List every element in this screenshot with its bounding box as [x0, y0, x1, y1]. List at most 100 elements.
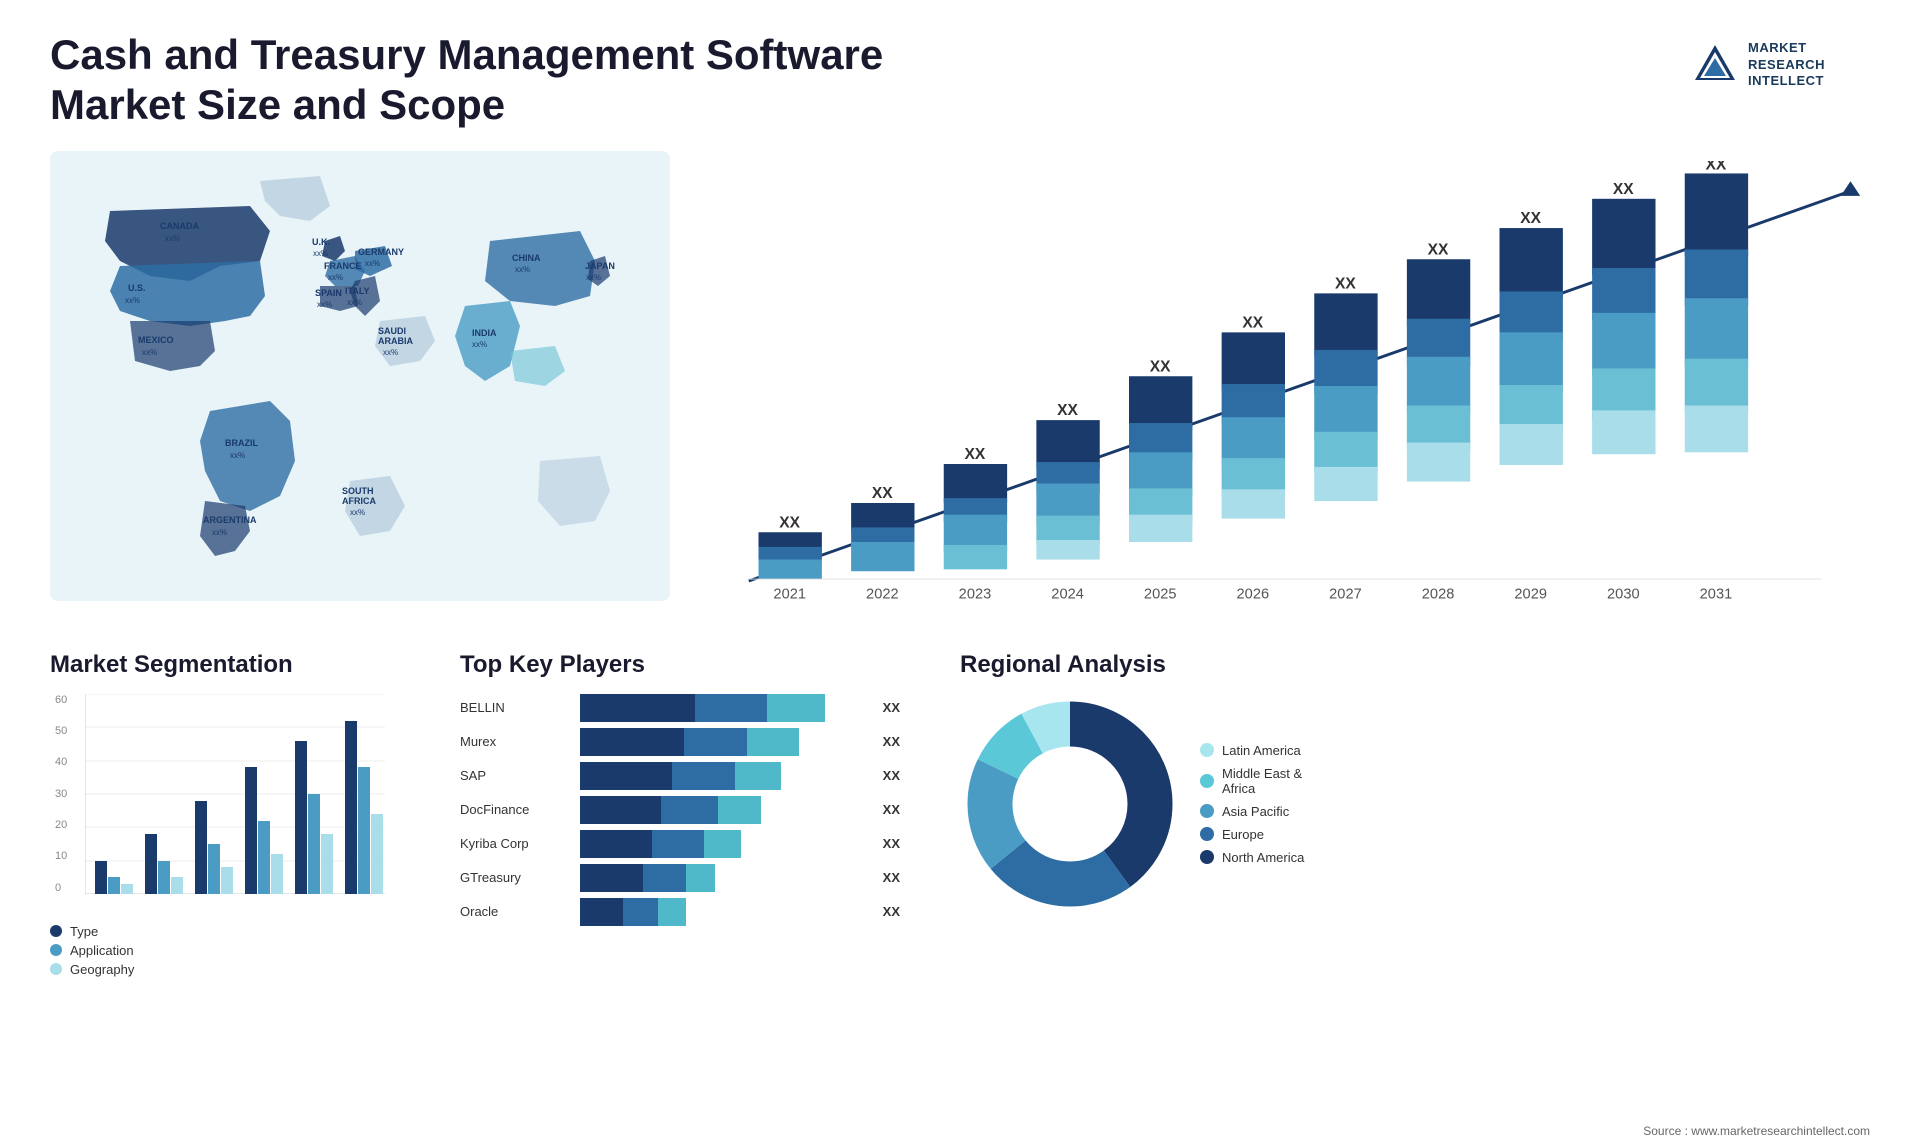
- svg-text:2030: 2030: [1607, 586, 1640, 602]
- bar-chart-section: XX 2021 XX 2022 XX 2023: [700, 151, 1870, 631]
- svg-text:xx%: xx%: [383, 348, 398, 357]
- india-label: INDIA: [472, 328, 497, 338]
- asia-pacific-dot: [1200, 804, 1214, 818]
- svg-text:2029: 2029: [1514, 586, 1547, 602]
- us-label: U.S.: [128, 283, 146, 293]
- svg-text:XX: XX: [965, 446, 986, 463]
- player-row-bellin: BELLIN XX: [460, 694, 900, 722]
- player-name-kyriba: Kyriba Corp: [460, 836, 570, 851]
- player-name-murex: Murex: [460, 734, 570, 749]
- player-value-murex: XX: [883, 734, 900, 749]
- player-row-kyriba: Kyriba Corp XX: [460, 830, 900, 858]
- svg-text:2026: 2026: [1237, 586, 1270, 602]
- france-label: FRANCE: [324, 261, 362, 271]
- player-bar-murex: [580, 728, 868, 756]
- application-dot: [50, 944, 62, 956]
- svg-text:XX: XX: [1242, 314, 1263, 331]
- china-label: CHINA: [512, 253, 541, 263]
- svg-text:xx%: xx%: [515, 265, 530, 274]
- type-dot: [50, 925, 62, 937]
- player-name-bellin: BELLIN: [460, 700, 570, 715]
- bar-chart-svg: XX 2021 XX 2022 XX 2023: [700, 161, 1870, 611]
- svg-text:AFRICA: AFRICA: [342, 496, 376, 506]
- player-value-bellin: XX: [883, 700, 900, 715]
- player-row-sap: SAP XX: [460, 762, 900, 790]
- regional-content: Latin America Middle East &Africa Asia P…: [960, 694, 1870, 914]
- legend-type: Type: [50, 924, 410, 939]
- spain-label: SPAIN: [315, 288, 342, 298]
- player-name-gtreasury: GTreasury: [460, 870, 570, 885]
- brazil-label: BRAZIL: [225, 438, 258, 448]
- germany-label: GERMANY: [358, 247, 404, 257]
- north-america-dot: [1200, 850, 1214, 864]
- svg-text:XX: XX: [1706, 161, 1727, 174]
- player-bar-docfinance: [580, 796, 868, 824]
- legend-application-label: Application: [70, 943, 134, 958]
- source-text: Source : www.marketresearchintellect.com: [1643, 1124, 1870, 1138]
- svg-text:xx%: xx%: [365, 259, 380, 268]
- seg-chart-svg: 2021 2022 2023 2024 2025 2026: [85, 694, 385, 894]
- players-list: BELLIN XX Murex XX: [460, 694, 900, 926]
- svg-text:XX: XX: [872, 485, 893, 502]
- legend-middle-east-africa: Middle East &Africa: [1200, 766, 1304, 796]
- player-value-gtreasury: XX: [883, 870, 900, 885]
- svg-text:xx%: xx%: [313, 249, 328, 258]
- svg-text:XX: XX: [1335, 275, 1356, 292]
- player-name-oracle: Oracle: [460, 904, 570, 919]
- middle-east-dot: [1200, 774, 1214, 788]
- middle-east-label: Middle East &Africa: [1222, 766, 1302, 796]
- legend-type-label: Type: [70, 924, 98, 939]
- svg-text:xx%: xx%: [142, 348, 157, 357]
- player-value-oracle: XX: [883, 904, 900, 919]
- svg-text:XX: XX: [1613, 181, 1634, 198]
- asia-pacific-label: Asia Pacific: [1222, 804, 1289, 819]
- player-bar-gtreasury: [580, 864, 868, 892]
- europe-dot: [1200, 827, 1214, 841]
- canada-label: CANADA: [160, 221, 199, 231]
- player-row-murex: Murex XX: [460, 728, 900, 756]
- svg-text:2022: 2022: [866, 586, 899, 602]
- legend-geography-label: Geography: [70, 962, 134, 977]
- svg-text:xx%: xx%: [165, 234, 180, 243]
- svg-text:2027: 2027: [1329, 586, 1362, 602]
- uk-label: U.K.: [312, 237, 330, 247]
- svg-text:xx%: xx%: [317, 300, 332, 309]
- svg-text:XX: XX: [779, 514, 800, 531]
- segmentation-title: Market Segmentation: [50, 651, 410, 679]
- logo-area: MARKET RESEARCH INTELLECT: [1690, 30, 1870, 100]
- japan-label: JAPAN: [585, 261, 615, 271]
- svg-text:xx%: xx%: [212, 528, 227, 537]
- svg-text:2021: 2021: [773, 586, 806, 602]
- segmentation-panel: Market Segmentation 60 50 40 30 20 10 0: [50, 651, 430, 1001]
- svg-text:2024: 2024: [1051, 586, 1084, 602]
- player-name-docfinance: DocFinance: [460, 802, 570, 817]
- svg-text:2028: 2028: [1422, 586, 1455, 602]
- regional-title: Regional Analysis: [960, 651, 1870, 679]
- legend-application: Application: [50, 943, 410, 958]
- player-bar-sap: [580, 762, 868, 790]
- legend-north-america: North America: [1200, 850, 1304, 865]
- players-title: Top Key Players: [460, 651, 900, 679]
- svg-text:ARABIA: ARABIA: [378, 336, 413, 346]
- legend-geography: Geography: [50, 962, 410, 977]
- svg-text:2023: 2023: [959, 586, 992, 602]
- south-africa-label: SOUTH: [342, 486, 374, 496]
- geography-dot: [50, 963, 62, 975]
- saudi-label: SAUDI: [378, 326, 406, 336]
- svg-text:xx%: xx%: [125, 296, 140, 305]
- segmentation-chart: 60 50 40 30 20 10 0: [85, 694, 410, 914]
- europe-label: Europe: [1222, 827, 1264, 842]
- legend-latin-america: Latin America: [1200, 743, 1304, 758]
- latin-america-dot: [1200, 743, 1214, 757]
- player-bar-kyriba: [580, 830, 868, 858]
- legend-asia-pacific: Asia Pacific: [1200, 804, 1304, 819]
- mexico-label: MEXICO: [138, 335, 174, 345]
- player-name-sap: SAP: [460, 768, 570, 783]
- svg-text:XX: XX: [1428, 241, 1449, 258]
- svg-text:2025: 2025: [1144, 586, 1177, 602]
- bottom-panels: Market Segmentation 60 50 40 30 20 10 0: [50, 651, 1870, 1001]
- argentina-label: ARGENTINA: [203, 515, 257, 525]
- regional-legend: Latin America Middle East &Africa Asia P…: [1200, 743, 1304, 865]
- page-container: Cash and Treasury Management Software Ma…: [0, 0, 1920, 1146]
- player-bar-oracle: [580, 898, 868, 926]
